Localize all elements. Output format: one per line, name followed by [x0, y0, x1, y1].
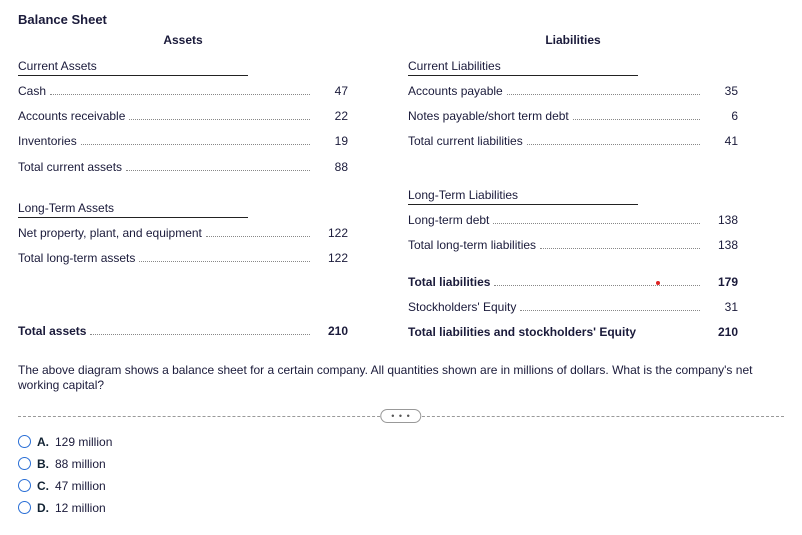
label-np: Notes payable/short term debt: [408, 107, 569, 126]
label-ar: Accounts receivable: [18, 107, 125, 126]
option-d[interactable]: D. 12 million: [18, 501, 784, 515]
assets-heading: Assets: [18, 33, 348, 47]
row-np: Notes payable/short term debt 6: [408, 107, 738, 126]
value-np: 6: [704, 107, 738, 126]
leader-dots: [494, 285, 700, 286]
leader-dots: [573, 119, 700, 120]
leader-dots: [90, 334, 310, 335]
leader-dots: [540, 248, 700, 249]
label-se: Stockholders' Equity: [408, 298, 516, 317]
leader-dots: [129, 119, 310, 120]
option-d-letter: D.: [37, 501, 49, 515]
option-b-letter: B.: [37, 457, 49, 471]
label-ap: Accounts payable: [408, 82, 503, 101]
leader-dots: [493, 223, 700, 224]
value-ta: 210: [314, 322, 348, 341]
marker-dot-icon: [656, 281, 660, 285]
value-tca: 88: [314, 158, 348, 177]
option-b-text: 88 million: [55, 457, 106, 471]
section-divider: • • •: [18, 416, 784, 417]
value-cash: 47: [314, 82, 348, 101]
value-inv: 19: [314, 132, 348, 151]
value-tl: 179: [704, 273, 738, 292]
option-a-text: 129 million: [55, 435, 112, 449]
label-cash: Cash: [18, 82, 46, 101]
value-ppe: 122: [314, 224, 348, 243]
leader-dots: [81, 144, 310, 145]
page-title: Balance Sheet: [18, 12, 784, 27]
row-ppe: Net property, plant, and equipment 122: [18, 224, 348, 243]
row-cash: Cash 47: [18, 82, 348, 101]
radio-c[interactable]: [18, 479, 31, 492]
label-ppe: Net property, plant, and equipment: [18, 224, 202, 243]
option-a[interactable]: A. 129 million: [18, 435, 784, 449]
current-assets-heading: Current Assets: [18, 59, 248, 76]
value-tltl: 138: [704, 236, 738, 255]
leader-dots: [527, 144, 700, 145]
longterm-liabilities-heading: Long-Term Liabilities: [408, 188, 638, 205]
row-total-assets: Total assets 210: [18, 322, 348, 341]
radio-a[interactable]: [18, 435, 31, 448]
value-se: 31: [704, 298, 738, 317]
liabilities-heading: Liabilities: [408, 33, 738, 47]
row-ltd: Long-term debt 138: [408, 211, 738, 230]
row-ap: Accounts payable 35: [408, 82, 738, 101]
value-ltd: 138: [704, 211, 738, 230]
label-tl: Total liabilities: [408, 273, 490, 292]
row-tltl: Total long-term liabilities 138: [408, 236, 738, 255]
option-c[interactable]: C. 47 million: [18, 479, 784, 493]
label-tlse: Total liabilities and stockholders' Equi…: [408, 323, 636, 342]
row-inv: Inventories 19: [18, 132, 348, 151]
balance-sheet: Assets Current Assets Cash 47 Accounts r…: [18, 33, 784, 349]
answer-options: A. 129 million B. 88 million C. 47 milli…: [18, 435, 784, 515]
row-tlta: Total long-term assets 122: [18, 249, 348, 268]
current-liabilities-heading: Current Liabilities: [408, 59, 638, 76]
value-tlta: 122: [314, 249, 348, 268]
radio-d[interactable]: [18, 501, 31, 514]
question-text: The above diagram shows a balance sheet …: [18, 363, 784, 394]
option-b[interactable]: B. 88 million: [18, 457, 784, 471]
leader-dots: [206, 236, 310, 237]
leader-dots: [520, 310, 700, 311]
row-total-liabilities: Total liabilities 179: [408, 273, 738, 292]
label-tca: Total current assets: [18, 158, 122, 177]
option-c-text: 47 million: [55, 479, 106, 493]
label-tltl: Total long-term liabilities: [408, 236, 536, 255]
radio-b[interactable]: [18, 457, 31, 470]
value-tcl: 41: [704, 132, 738, 151]
leader-dots: [126, 170, 310, 171]
row-ar: Accounts receivable 22: [18, 107, 348, 126]
leader-dots: [139, 261, 310, 262]
liabilities-column: Liabilities Current Liabilities Accounts…: [408, 33, 738, 349]
row-se: Stockholders' Equity 31: [408, 298, 738, 317]
leader-dots: [50, 94, 310, 95]
expand-button[interactable]: • • •: [380, 409, 421, 423]
label-ta: Total assets: [18, 322, 86, 341]
leader-dots: [507, 94, 700, 95]
row-tca: Total current assets 88: [18, 158, 348, 177]
option-a-letter: A.: [37, 435, 49, 449]
value-ar: 22: [314, 107, 348, 126]
option-d-text: 12 million: [55, 501, 106, 515]
label-ltd: Long-term debt: [408, 211, 489, 230]
value-tlse: 210: [704, 323, 738, 342]
label-tcl: Total current liabilities: [408, 132, 523, 151]
row-tcl: Total current liabilities 41: [408, 132, 738, 151]
label-tlta: Total long-term assets: [18, 249, 135, 268]
label-inv: Inventories: [18, 132, 77, 151]
option-c-letter: C.: [37, 479, 49, 493]
assets-column: Assets Current Assets Cash 47 Accounts r…: [18, 33, 348, 349]
longterm-assets-heading: Long-Term Assets: [18, 201, 248, 218]
row-tlse: Total liabilities and stockholders' Equi…: [408, 323, 738, 342]
value-ap: 35: [704, 82, 738, 101]
